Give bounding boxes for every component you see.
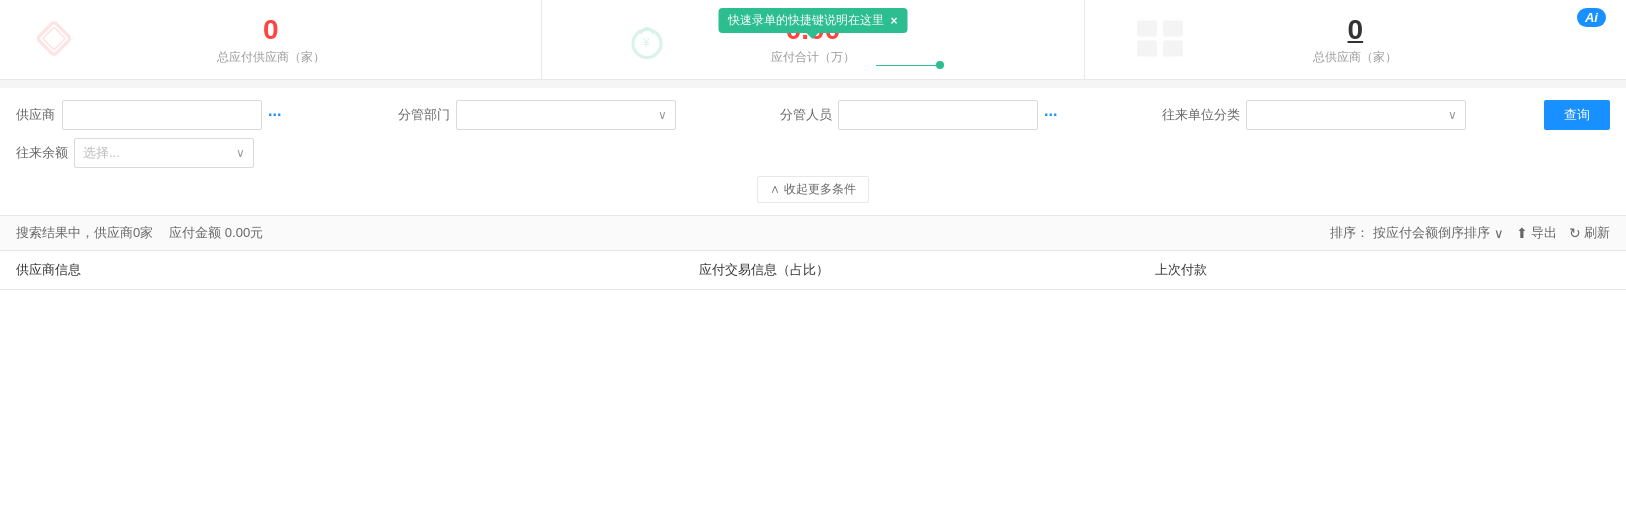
col-last-payment: 上次付款 [1155, 261, 1610, 279]
balance-label: 往来余额 [16, 144, 68, 162]
svg-rect-6 [1137, 40, 1157, 56]
unit-class-label: 往来单位分类 [1162, 106, 1240, 124]
col-supplier-info: 供应商信息 [16, 261, 699, 279]
person-dots[interactable]: ··· [1044, 106, 1057, 124]
svg-rect-5 [1163, 20, 1183, 36]
table-header: 供应商信息 应付交易信息（占比） 上次付款 [0, 251, 1626, 290]
tooltip-indicator [876, 61, 944, 69]
filter-row-2: 往来余额 选择... ∨ [16, 138, 1610, 168]
export-icon: ⬆ [1516, 225, 1528, 241]
stat-payable-total: ¥ 0.00 应付合计（万） 快速录单的快捷键说明在这里 × [542, 0, 1084, 79]
total-suppliers-number: 0 [1348, 13, 1364, 47]
balance-filter: 往来余额 选择... ∨ [16, 138, 316, 168]
stat-payable-suppliers: 0 总应付供应商（家） [0, 0, 542, 79]
sort-chevron: ∨ [1494, 226, 1504, 241]
dept-chevron: ∨ [658, 108, 667, 122]
moneybag-icon: ¥ [622, 13, 672, 66]
export-button[interactable]: ⬆ 导出 [1516, 224, 1557, 242]
ai-badge: Ai [1577, 8, 1606, 27]
stats-bar: 0 总应付供应商（家） ¥ 0.00 应付合计（万） 快速录单的快捷键说明在这里… [0, 0, 1626, 80]
svg-rect-7 [1163, 40, 1183, 56]
stat-total-suppliers: 0 总供应商（家） Ai [1085, 0, 1626, 79]
tooltip-close[interactable]: × [890, 14, 897, 28]
search-button[interactable]: 查询 [1544, 100, 1610, 130]
filter-bar: 供应商 ··· 分管部门 ∨ 分管人员 ··· 往来单位分类 ∨ 查询 [0, 88, 1626, 216]
payable-total-label: 应付合计（万） [771, 49, 855, 66]
shortcut-tooltip: 快速录单的快捷键说明在这里 × [718, 8, 907, 33]
unit-class-select[interactable]: ∨ [1246, 100, 1466, 130]
supplier-filter: 供应商 ··· [16, 100, 382, 130]
results-actions: 排序： 按应付会额倒序排序 ∨ ⬆ 导出 ↻ 刷新 [1330, 224, 1610, 242]
supplier-input[interactable] [62, 100, 262, 130]
dept-filter: 分管部门 ∨ [398, 100, 764, 130]
filter-row-1: 供应商 ··· 分管部门 ∨ 分管人员 ··· 往来单位分类 ∨ 查询 [16, 100, 1610, 130]
refresh-label: 刷新 [1584, 224, 1610, 242]
svg-rect-0 [37, 21, 71, 55]
dept-label: 分管部门 [398, 106, 450, 124]
person-filter: 分管人员 ··· [780, 100, 1146, 130]
refresh-button[interactable]: ↻ 刷新 [1569, 224, 1610, 242]
refresh-icon: ↻ [1569, 225, 1581, 241]
collapse-button[interactable]: ∧ 收起更多条件 [757, 176, 868, 203]
person-input[interactable] [838, 100, 1038, 130]
payable-suppliers-label: 总应付供应商（家） [217, 49, 325, 66]
person-label: 分管人员 [780, 106, 832, 124]
results-bar: 搜索结果中，供应商0家 应付金额 0.00元 排序： 按应付会额倒序排序 ∨ ⬆… [0, 216, 1626, 251]
unit-class-chevron: ∨ [1448, 108, 1457, 122]
supplier-dots[interactable]: ··· [268, 106, 281, 124]
grid-icon [1135, 18, 1185, 61]
total-suppliers-label: 总供应商（家） [1313, 49, 1397, 66]
balance-select[interactable]: 选择... ∨ [74, 138, 254, 168]
supplier-label: 供应商 [16, 106, 56, 124]
balance-placeholder: 选择... [83, 144, 120, 162]
sort-select[interactable]: 排序： 按应付会额倒序排序 ∨ [1330, 224, 1504, 242]
svg-rect-4 [1137, 20, 1157, 36]
sort-value: 按应付会额倒序排序 [1373, 224, 1490, 242]
results-amount: 应付金额 0.00元 [169, 224, 263, 242]
dept-select[interactable]: ∨ [456, 100, 676, 130]
export-label: 导出 [1531, 224, 1557, 242]
results-count: 搜索结果中，供应商0家 [16, 224, 153, 242]
results-info: 搜索结果中，供应商0家 应付金额 0.00元 [16, 224, 263, 242]
table-body [0, 290, 1626, 515]
payable-suppliers-number: 0 [263, 13, 279, 47]
balance-chevron: ∨ [236, 146, 245, 160]
tooltip-text: 快速录单的快捷键说明在这里 [728, 12, 884, 29]
svg-text:¥: ¥ [642, 35, 650, 49]
sort-label: 排序： [1330, 224, 1369, 242]
unit-class-filter: 往来单位分类 ∨ [1162, 100, 1528, 130]
diamond-icon [30, 14, 78, 65]
col-transaction-info: 应付交易信息（占比） [699, 261, 1154, 279]
